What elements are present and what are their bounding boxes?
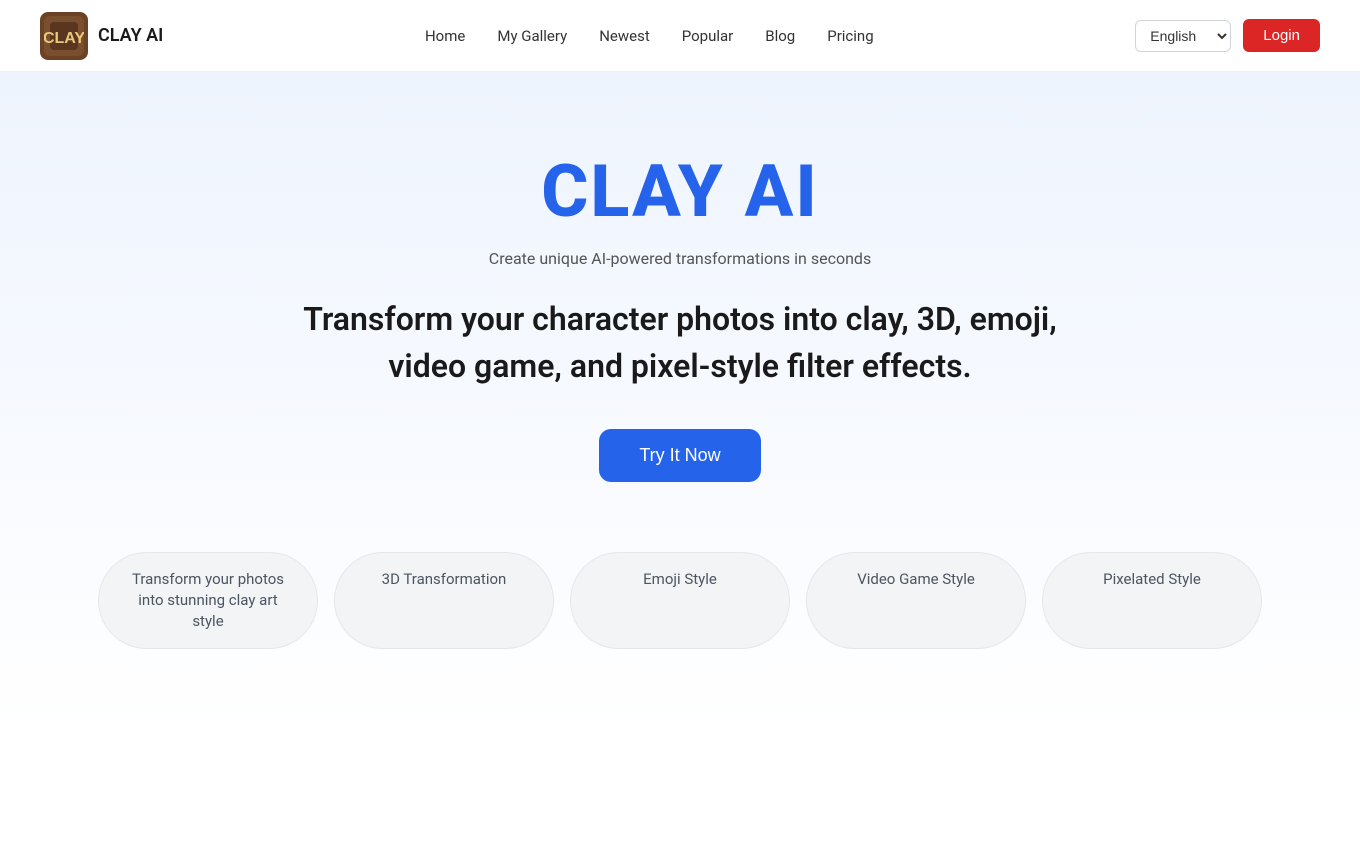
style-pills-container: Transform your photos into stunning clay… bbox=[80, 552, 1280, 649]
logo-area[interactable]: CLAY CLAY AI bbox=[40, 12, 163, 60]
style-pill-clay[interactable]: Transform your photos into stunning clay… bbox=[98, 552, 318, 649]
hero-section: CLAY AI Create unique AI-powered transfo… bbox=[0, 72, 1360, 732]
nav-pricing[interactable]: Pricing bbox=[827, 27, 873, 45]
style-pill-3d[interactable]: 3D Transformation bbox=[334, 552, 554, 649]
style-pill-video-game-label: Video Game Style bbox=[857, 570, 975, 588]
language-select[interactable]: English 中文 Español Français Deutsch bbox=[1135, 20, 1231, 52]
nav-my-gallery[interactable]: My Gallery bbox=[497, 27, 567, 45]
nav-popular[interactable]: Popular bbox=[682, 27, 734, 45]
svg-text:CLAY: CLAY bbox=[44, 30, 84, 47]
style-pill-3d-label: 3D Transformation bbox=[382, 570, 507, 588]
style-pill-pixelated[interactable]: Pixelated Style bbox=[1042, 552, 1262, 649]
style-pill-pixelated-label: Pixelated Style bbox=[1103, 570, 1201, 588]
hero-description: Transform your character photos into cla… bbox=[300, 296, 1060, 389]
logo-text: CLAY AI bbox=[98, 25, 163, 46]
nav-newest[interactable]: Newest bbox=[599, 27, 650, 45]
logo-image: CLAY bbox=[40, 12, 88, 60]
style-pill-emoji-label: Emoji Style bbox=[643, 570, 717, 588]
hero-title: CLAY AI bbox=[541, 152, 819, 231]
nav-blog[interactable]: Blog bbox=[765, 27, 795, 45]
hero-subtitle: Create unique AI-powered transformations… bbox=[489, 249, 871, 268]
style-pill-video-game[interactable]: Video Game Style bbox=[806, 552, 1026, 649]
style-pill-clay-label: Transform your photos into stunning clay… bbox=[132, 570, 284, 630]
header: CLAY CLAY AI Home My Gallery Newest Popu… bbox=[0, 0, 1360, 72]
login-button[interactable]: Login bbox=[1243, 19, 1320, 52]
try-it-now-button[interactable]: Try It Now bbox=[599, 429, 760, 482]
nav-home[interactable]: Home bbox=[425, 27, 465, 45]
main-nav: Home My Gallery Newest Popular Blog Pric… bbox=[425, 27, 874, 45]
style-pill-emoji[interactable]: Emoji Style bbox=[570, 552, 790, 649]
header-right: English 中文 Español Français Deutsch Logi… bbox=[1135, 19, 1320, 52]
